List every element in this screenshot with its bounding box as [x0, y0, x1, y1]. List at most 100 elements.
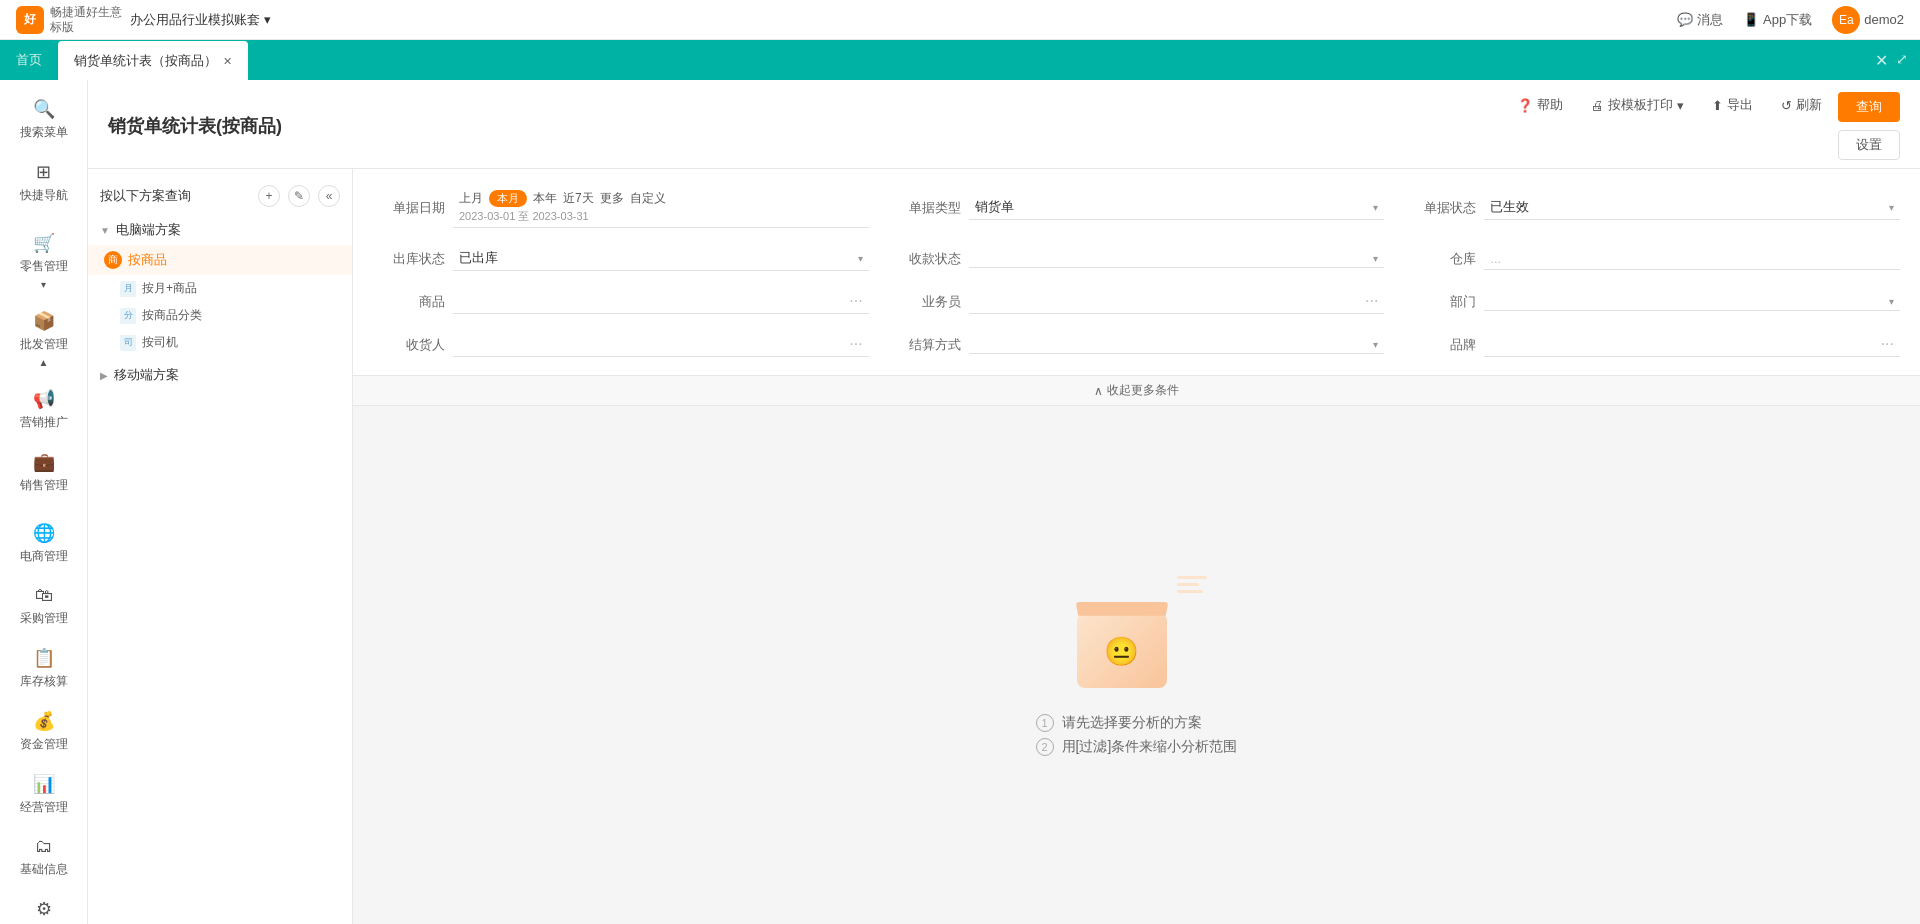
- sidebar-item-basic[interactable]: 🗂 基础信息: [0, 826, 87, 888]
- staff-field[interactable]: ···: [969, 289, 1385, 314]
- sidebar-search-label: 搜索菜单: [20, 124, 68, 141]
- filter-date-cell: 单据日期 上月 本月 本年 近7天 更多 自定义 20: [373, 181, 869, 234]
- results-area: 😐 1: [353, 406, 1920, 924]
- recipient-label: 收货人: [373, 336, 453, 354]
- warehouse-field[interactable]: ...: [1484, 248, 1900, 270]
- filter-staff-cell: 业务员 ···: [889, 283, 1385, 320]
- out-status-field[interactable]: 已出库 ▾: [453, 246, 869, 271]
- tree-desktop-label: 电脑端方案: [116, 221, 181, 239]
- recipient-dots-icon[interactable]: ···: [849, 335, 862, 353]
- tree-item-driver[interactable]: 司 按司机: [88, 329, 352, 356]
- chevron-down-icon: ▾: [264, 12, 271, 27]
- app-download-btn[interactable]: 📱 App下载: [1743, 11, 1812, 29]
- date-opt-custom[interactable]: 自定义: [630, 190, 666, 207]
- sidebar-finance-label: 资金管理: [20, 736, 68, 753]
- dept-field[interactable]: ▾: [1484, 293, 1900, 311]
- filter-warehouse-cell: 仓库 ...: [1404, 240, 1900, 277]
- industry-selector[interactable]: 办公用品行业模拟账套 ▾: [130, 11, 271, 29]
- sidebar-item-wholesale[interactable]: 📦 批发管理 ▲: [0, 300, 87, 378]
- tree-parent-mobile[interactable]: ▶ 移动端方案: [88, 360, 352, 390]
- type-field[interactable]: 销货单 ▾: [969, 195, 1385, 220]
- tree-item-month-goods[interactable]: 月 按月+商品: [88, 275, 352, 302]
- message-btn[interactable]: 💬 消息: [1677, 11, 1723, 29]
- goods-field[interactable]: ···: [453, 289, 869, 314]
- refresh-icon: ↺: [1781, 98, 1792, 113]
- illus-line-3: [1177, 590, 1203, 593]
- sidebar-item-retail[interactable]: 🛒 零售管理 ▾: [0, 222, 87, 300]
- sidebar-item-marketing[interactable]: 📢 营销推广: [0, 378, 87, 441]
- date-opt-current[interactable]: 本月: [489, 190, 527, 207]
- sidebar-item-system[interactable]: ⚙ 系统管理: [0, 888, 87, 924]
- status-value: 已生效: [1490, 198, 1889, 216]
- topbar-left: 好 畅捷通好生意 标版 办公用品行业模拟账套 ▾: [16, 5, 271, 34]
- sidebar-item-purchase[interactable]: 🛍 采购管理: [0, 575, 87, 637]
- retail-icon: 🛒: [33, 232, 55, 254]
- close-window-icon[interactable]: ✕: [1875, 51, 1888, 70]
- filter-recv-cell: 收款状态 ▾: [889, 240, 1385, 277]
- tree-item-goods-category[interactable]: 分 按商品分类: [88, 302, 352, 329]
- date-options: 上月 本月 本年 近7天 更多 自定义: [459, 190, 863, 207]
- sidebar-item-operations[interactable]: 📊 经营管理: [0, 763, 87, 826]
- sidebar-retail-label: 零售管理: [20, 258, 68, 275]
- collapse-panel-btn[interactable]: «: [318, 185, 340, 207]
- tab-sales-stat-label: 销货单统计表（按商品）: [74, 52, 217, 70]
- filter-goods-cell: 商品 ···: [373, 283, 869, 320]
- page-actions: ❓ 帮助 🖨 按模板打印 ▾ ⬆ 导出 ↺ 刷新: [1509, 92, 1830, 118]
- tab-sales-stat[interactable]: 销货单统计表（按商品） ✕: [58, 41, 248, 81]
- goods-dots-icon[interactable]: ···: [849, 292, 862, 310]
- sidebar-quick-label: 快捷导航: [20, 187, 68, 204]
- page-title: 销货单统计表(按商品): [108, 114, 282, 138]
- driver-icon: 司: [120, 335, 136, 351]
- status-label: 单据状态: [1404, 199, 1484, 217]
- username: demo2: [1864, 12, 1904, 27]
- status-field[interactable]: 已生效 ▾: [1484, 195, 1900, 220]
- filter-row-3: 商品 ··· 业务员 ···: [373, 283, 1900, 320]
- tab-home[interactable]: 首页: [0, 40, 58, 80]
- sidebar-item-ecommerce[interactable]: 🌐 电商管理: [0, 512, 87, 575]
- query-btn[interactable]: 查询: [1838, 92, 1900, 122]
- template-print-btn[interactable]: 🖨 按模板打印 ▾: [1583, 92, 1692, 118]
- sidebar-purchase-label: 采购管理: [20, 610, 68, 627]
- illus-box-top: [1075, 602, 1168, 616]
- date-opt-prev[interactable]: 上月: [459, 190, 483, 207]
- sidebar-item-inventory[interactable]: 📋 库存核算: [0, 637, 87, 700]
- recv-status-field[interactable]: ▾: [969, 250, 1385, 268]
- date-opt-more[interactable]: 更多: [600, 190, 624, 207]
- date-opt-7days[interactable]: 近7天: [563, 190, 594, 207]
- tree-item-by-goods[interactable]: 商 按商品: [88, 245, 352, 275]
- recipient-field[interactable]: ···: [453, 332, 869, 357]
- brand-field[interactable]: ···: [1484, 332, 1900, 357]
- edit-scheme-btn[interactable]: ✎: [288, 185, 310, 207]
- topbar-right: 💬 消息 📱 App下载 Ea demo2: [1677, 6, 1904, 34]
- brand-dots-icon[interactable]: ···: [1881, 335, 1894, 353]
- arrow-up-icon: ▲: [39, 357, 49, 368]
- add-scheme-btn[interactable]: +: [258, 185, 280, 207]
- empty-step-1: 1 请先选择要分析的方案: [1036, 714, 1238, 732]
- maximize-icon[interactable]: ⤢: [1896, 51, 1908, 70]
- month-goods-label: 按月+商品: [142, 280, 197, 297]
- payment-field[interactable]: ▾: [969, 336, 1385, 354]
- sidebar-item-sales[interactable]: 💼 销售管理: [0, 441, 87, 504]
- help-btn[interactable]: ❓ 帮助: [1509, 92, 1571, 118]
- close-icon[interactable]: ✕: [223, 55, 232, 68]
- tree-children-desktop: 商 按商品 月 按月+商品 分 按商品分类 司 按司机: [88, 245, 352, 356]
- tree-parent-desktop[interactable]: ▼ 电脑端方案: [88, 215, 352, 245]
- refresh-btn[interactable]: ↺ 刷新: [1773, 92, 1830, 118]
- export-btn[interactable]: ⬆ 导出: [1704, 92, 1761, 118]
- date-field[interactable]: 上月 本月 本年 近7天 更多 自定义 2023-03-01 至 2023-03…: [453, 187, 869, 228]
- export-label: 导出: [1727, 96, 1753, 114]
- sidebar-item-search[interactable]: 🔍 搜索菜单: [0, 88, 87, 151]
- user-btn[interactable]: Ea demo2: [1832, 6, 1904, 34]
- collapse-bar[interactable]: ∧ 收起更多条件: [353, 376, 1920, 406]
- filter-status-cell: 单据状态 已生效 ▾: [1404, 181, 1900, 234]
- staff-dots-icon[interactable]: ···: [1365, 292, 1378, 310]
- settings-btn[interactable]: 设置: [1838, 130, 1900, 160]
- sidebar-item-quick-nav[interactable]: ⊞ 快捷导航: [0, 151, 87, 214]
- content-split: 按以下方案查询 + ✎ « ▼ 电脑端方案 商 按商品: [88, 169, 1920, 924]
- date-opt-year[interactable]: 本年: [533, 190, 557, 207]
- filter-recipient-cell: 收货人 ···: [373, 326, 869, 363]
- warehouse-label: 仓库: [1404, 250, 1484, 268]
- sidebar-item-finance[interactable]: 💰 资金管理: [0, 700, 87, 763]
- page-header: 销货单统计表(按商品) ❓ 帮助 🖨 按模板打印 ▾ ⬆ 导出: [88, 80, 1920, 169]
- sidebar-ecommerce-label: 电商管理: [20, 548, 68, 565]
